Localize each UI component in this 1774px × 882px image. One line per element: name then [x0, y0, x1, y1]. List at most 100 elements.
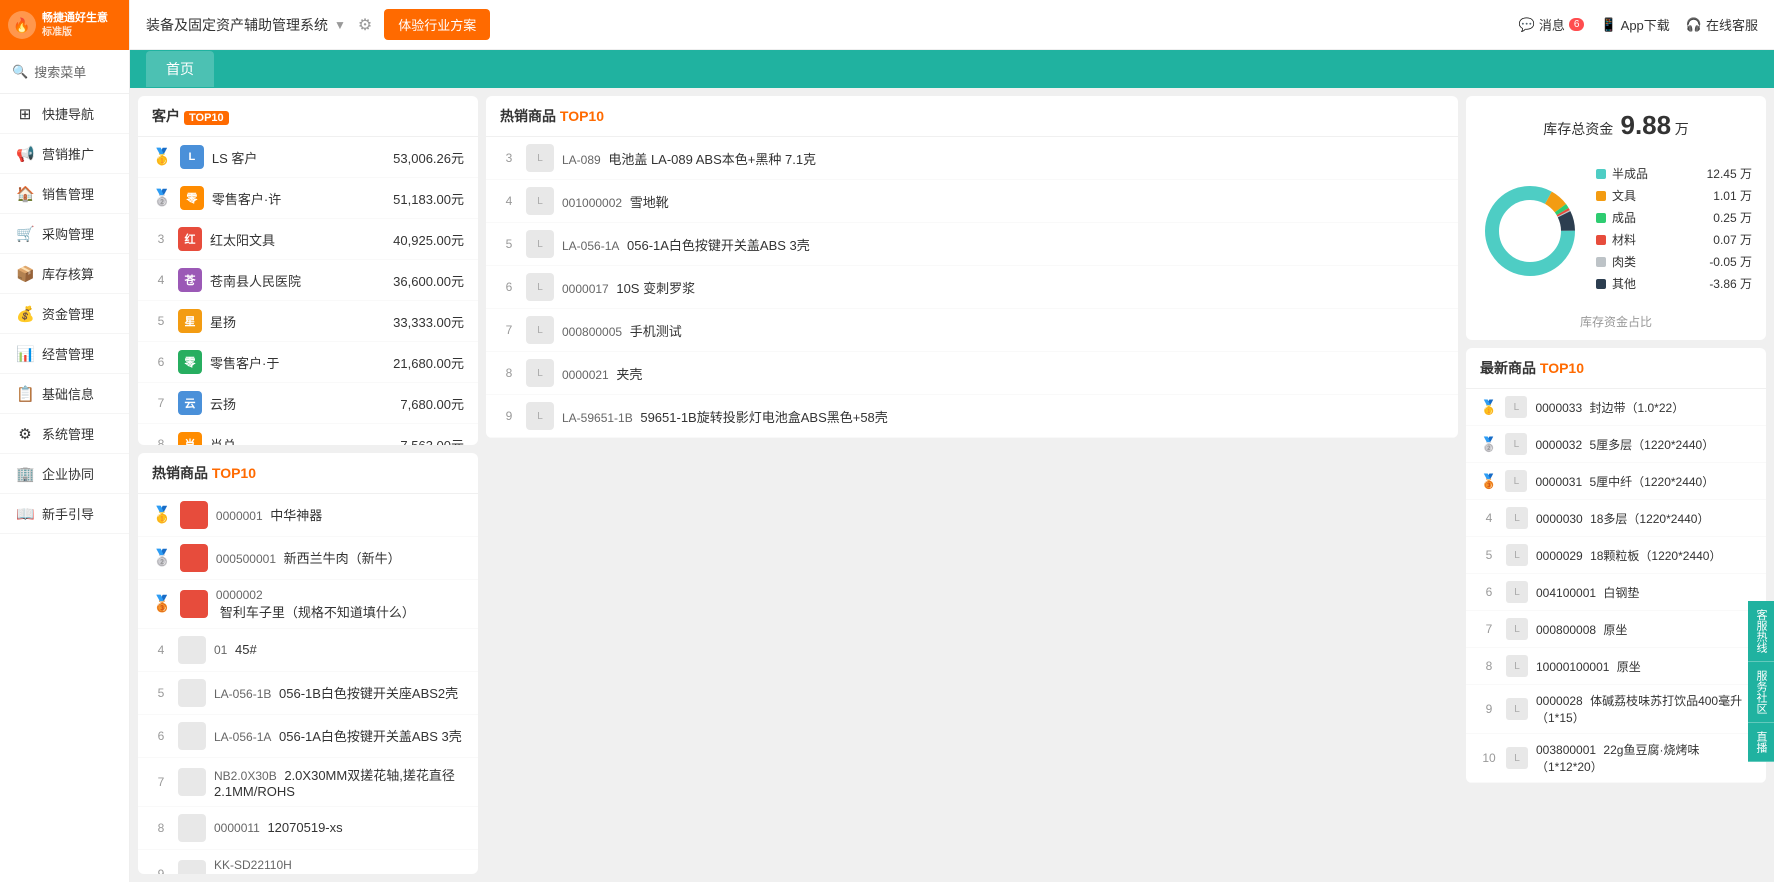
hot-products-mid-header: 热销商品 TOP10 — [138, 453, 478, 494]
rank-number: 5 — [1480, 548, 1498, 562]
rank-number: 3 — [500, 151, 518, 165]
customer-name: 星扬 — [210, 312, 385, 331]
hot-product-right-item: 9 L LA-59651-1B 59651-1B旋转投影灯电池盒ABS黑色+58… — [486, 395, 1458, 438]
sidebar-item-system[interactable]: ⚙系统管理 — [0, 414, 129, 454]
app-download-button[interactable]: 📱 App下载 — [1600, 15, 1669, 34]
sidebar-item-guide[interactable]: 📖新手引导 — [0, 494, 129, 534]
legend-name: 其他 — [1612, 275, 1703, 292]
rank-medal-icon: 🥈 — [1480, 436, 1497, 453]
customer-list: 🥇 L LS 客户 53,006.26元 🥈 零 零售客户·许 51,183.0… — [138, 137, 478, 445]
product-name: 056-1A白色按键开关盖ABS 3壳 — [627, 238, 810, 253]
new-product-info: 0000028 体碱荔枝味苏打饮品400毫升（1*15） — [1536, 692, 1752, 726]
hot-product-right-item: 6 L 0000017 10S 变刺罗浆 — [486, 266, 1458, 309]
sidebar-item-operations[interactable]: 📊经营管理 — [0, 334, 129, 374]
float-buttons: 客服热线服务社区直播 — [1748, 601, 1774, 762]
product-thumbnail — [178, 679, 206, 707]
product-thumbnail — [178, 860, 206, 874]
new-product-item: 🥇 L 0000033 封边带（1.0*22） — [1466, 389, 1766, 426]
product-name: 056-1B白色按键开关座ABS2壳 — [279, 686, 458, 701]
hot-products-mid-card: 热销商品 TOP10 🥇 0000001 中华神器 🥈 000500001 新西… — [138, 453, 478, 874]
new-product-info: 0000032 5厘多层（1220*2440） — [1535, 436, 1752, 453]
sidebar-item-marketing[interactable]: 📢营销推广 — [0, 134, 129, 174]
legend-item: 材料 0.07 万 — [1596, 231, 1752, 248]
sidebar-item-inventory[interactable]: 📦库存核算 — [0, 254, 129, 294]
legend-item: 其他 -3.86 万 — [1596, 275, 1752, 292]
sidebar-item-purchase[interactable]: 🛒采购管理 — [0, 214, 129, 254]
new-product-code: 10000100001 — [1536, 660, 1609, 674]
float-button-service-community[interactable]: 服务社区 — [1748, 662, 1774, 723]
rank-number: 9 — [500, 409, 518, 423]
nav-icon-basic-info: 📋 — [16, 385, 34, 403]
new-product-name: 原坐 — [1617, 660, 1641, 674]
message-button[interactable]: 💬 消息 6 — [1519, 15, 1585, 34]
new-products-card: 最新商品 TOP10 🥇 L 0000033 封边带（1.0*22） 🥈 L 0… — [1466, 348, 1766, 783]
settings-icon[interactable]: ⚙ — [358, 15, 372, 35]
main-area: 装备及固定资产辅助管理系统 ▼ ⚙ 体验行业方案 💬 消息 6 📱 App下载 … — [130, 0, 1774, 882]
new-product-thumbnail: L — [1506, 747, 1528, 769]
customer-avatar: 零 — [180, 186, 204, 210]
customer-name: 零售客户·于 — [210, 353, 385, 372]
product-code: LA-59651-1B — [562, 411, 633, 425]
product-name: 12070519-xs — [267, 820, 342, 835]
legend-item: 成品 0.25 万 — [1596, 209, 1752, 226]
product-name: 10S 变刺罗浆 — [616, 281, 695, 296]
nav-icon-purchase: 🛒 — [16, 225, 34, 243]
new-product-code: 0000029 — [1536, 549, 1583, 563]
legend-value: -3.86 万 — [1709, 275, 1752, 292]
nav-icon-guide: 📖 — [16, 505, 34, 523]
trial-button[interactable]: 体验行业方案 — [384, 9, 490, 40]
rank-number: 8 — [152, 821, 170, 835]
rank-number: 4 — [500, 194, 518, 208]
search-menu-button[interactable]: 🔍 搜索菜单 — [8, 58, 121, 85]
hot-products-right-card: 热销商品 TOP10 3 L LA-089 电池盖 LA-089 ABS本色+黑… — [486, 96, 1458, 438]
sidebar-item-sales[interactable]: 🏠销售管理 — [0, 174, 129, 214]
rank-medal-icon: 🥉 — [152, 594, 172, 614]
customer-name: 苍南县人民医院 — [210, 271, 385, 290]
search-icon: 🔍 — [12, 64, 28, 80]
sidebar-item-quick-nav[interactable]: ⊞快捷导航 — [0, 94, 129, 134]
customer-name: 零售客户·许 — [212, 189, 385, 208]
nav-icon-quick-nav: ⊞ — [16, 105, 34, 123]
new-product-info: 004100001 白钢垫 — [1536, 584, 1752, 601]
legend-color-dot — [1596, 279, 1606, 289]
hot-product-item: 🥉 0000002 智利车子里（规格不知道填什么） — [138, 580, 478, 629]
new-product-item: 6 L 004100001 白钢垫 — [1466, 574, 1766, 611]
new-product-name: 18颗粒板（1220*2440） — [1590, 549, 1721, 563]
content-area: 客户TOP10 🥇 L LS 客户 53,006.26元 🥈 零 零售客户·许 … — [130, 88, 1774, 882]
rank-number: 8 — [500, 366, 518, 380]
new-product-code: 003800001 — [1536, 743, 1596, 757]
hot-product-right-item: 8 L 0000021 夹壳 — [486, 352, 1458, 395]
product-info: LA-089 电池盖 LA-089 ABS本色+黑种 7.1克 — [562, 149, 1444, 168]
customer-avatar: 苍 — [178, 268, 202, 292]
float-button-direct-service[interactable]: 直播 — [1748, 723, 1774, 762]
product-code: LA-056-1A — [562, 239, 619, 253]
sidebar-item-finance[interactable]: 💰资金管理 — [0, 294, 129, 334]
dropdown-arrow-icon: ▼ — [334, 18, 346, 32]
product-info: LA-59651-1B 59651-1B旋转投影灯电池盒ABS黑色+58壳 — [562, 407, 1444, 426]
legend-name: 材料 — [1612, 231, 1707, 248]
product-thumbnail — [178, 722, 206, 750]
online-service-button[interactable]: 🎧 在线客服 — [1686, 15, 1758, 34]
customer-name: 云扬 — [210, 394, 392, 413]
product-code: 000800005 — [562, 325, 622, 339]
new-product-info: 0000031 5厘中纤（1220*2440） — [1535, 473, 1752, 490]
product-thumbnail — [180, 501, 208, 529]
new-product-info: 0000030 18多层（1220*2440） — [1536, 510, 1752, 527]
sidebar-item-enterprise[interactable]: 🏢企业协同 — [0, 454, 129, 494]
product-info: 01 45# — [214, 642, 464, 657]
new-products-list: 🥇 L 0000033 封边带（1.0*22） 🥈 L 0000032 5厘多层… — [1466, 389, 1766, 783]
product-code: 000500001 — [216, 552, 276, 566]
float-button-service-hotline[interactable]: 客服热线 — [1748, 601, 1774, 662]
tab-home[interactable]: 首页 — [146, 51, 214, 87]
new-product-thumbnail: L — [1506, 581, 1528, 603]
new-product-item: 🥉 L 0000031 5厘中纤（1220*2440） — [1466, 463, 1766, 500]
legend-value: -0.05 万 — [1709, 253, 1752, 270]
new-products-header: 最新商品 TOP10 — [1466, 348, 1766, 389]
customer-list-item: 🥈 零 零售客户·许 51,183.00元 — [138, 178, 478, 219]
product-thumbnail: L — [526, 316, 554, 344]
sidebar-item-basic-info[interactable]: 📋基础信息 — [0, 374, 129, 414]
product-code: 001000002 — [562, 196, 622, 210]
customer-list-item: 7 云 云扬 7,680.00元 — [138, 383, 478, 424]
inventory-total: 库存总资金 9.88 万 — [1466, 96, 1766, 155]
new-product-thumbnail: L — [1505, 396, 1527, 418]
